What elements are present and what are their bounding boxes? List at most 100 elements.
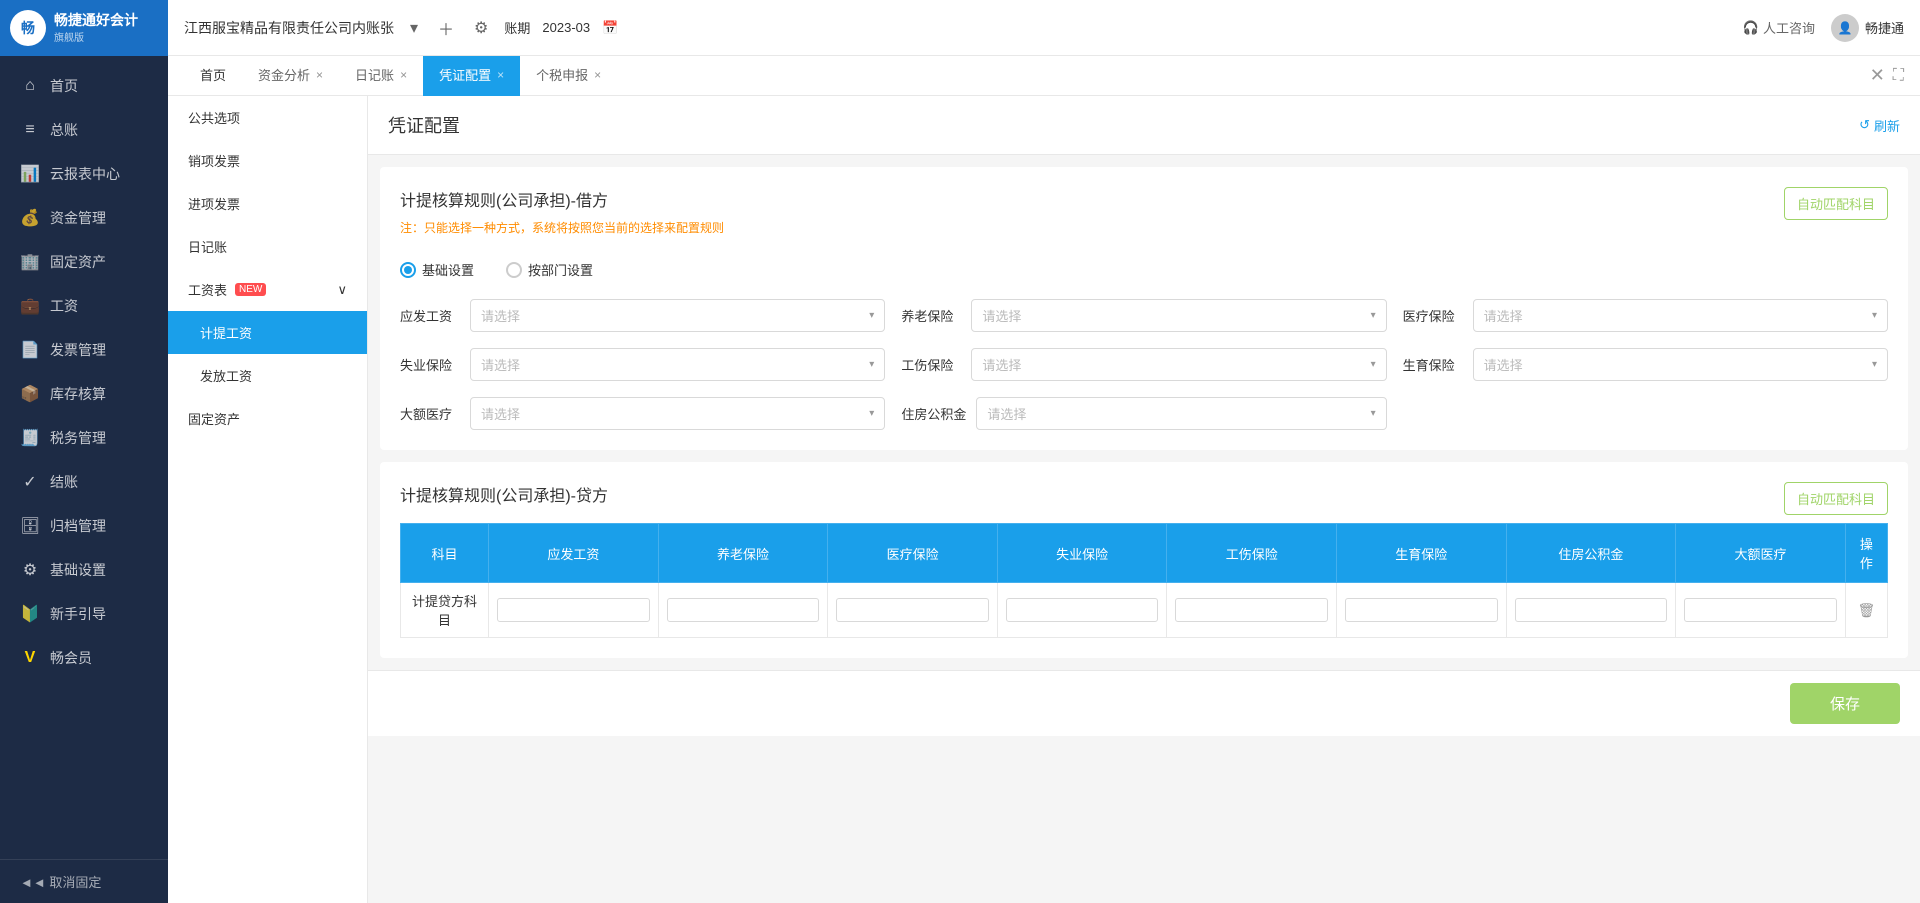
select-yi-liao[interactable]: 请选择 ▾ (1473, 299, 1888, 332)
sidebar-label-member: 畅会员 (50, 648, 92, 668)
cell-yi-liao[interactable] (828, 583, 998, 638)
select-gong-shang[interactable]: 请选择 ▾ (971, 348, 1386, 381)
credit-auto-match-button[interactable]: 自动匹配科目 (1784, 482, 1888, 515)
select-yi-liao-chevron: ▾ (1872, 310, 1877, 321)
select-zhu-fang-chevron: ▾ (1371, 408, 1376, 419)
select-shi-ye[interactable]: 请选择 ▾ (470, 348, 885, 381)
sidebar-item-close[interactable]: ✓ 结账 (0, 460, 168, 504)
sidebar-item-ledger[interactable]: ≡ 总账 (0, 108, 168, 152)
field-yang-lao: 养老保险 请选择 ▾ (901, 299, 1386, 332)
select-ying-fa[interactable]: 请选择 ▾ (470, 299, 885, 332)
input-da-e[interactable] (1684, 598, 1837, 622)
debit-section-title: 计提核算规则(公司承担)-借方 (400, 187, 724, 211)
debit-auto-match-button[interactable]: 自动匹配科目 (1784, 187, 1888, 220)
save-button[interactable]: 保存 (1790, 683, 1900, 724)
tab-tax[interactable]: 个税申报 × (520, 56, 617, 96)
cell-yang-lao[interactable] (658, 583, 828, 638)
menu-fixed-assets[interactable]: 固定资产 (168, 397, 367, 440)
menu-purchase-invoice-label: 进项发票 (188, 194, 240, 213)
add-company-button[interactable]: ＋ (434, 12, 458, 44)
debit-section-note: 注：只能选择一种方式，系统将按照您当前的选择来配置规则 (400, 219, 724, 236)
input-ying-fa[interactable] (497, 598, 650, 622)
assets-icon: 🏢 (20, 252, 40, 272)
tab-capital-close[interactable]: × (316, 68, 323, 82)
menu-sales-invoice[interactable]: 销项发票 (168, 139, 367, 182)
cell-da-e[interactable] (1676, 583, 1846, 638)
sidebar-item-home[interactable]: ⌂ 首页 (0, 64, 168, 108)
cell-sheng-yu[interactable] (1337, 583, 1507, 638)
username: 畅捷通 (1865, 18, 1904, 37)
credit-section-header: 计提核算规则(公司承担)-贷方 自动匹配科目 (400, 482, 1888, 515)
menu-pay-salary[interactable]: 发放工资 (168, 354, 367, 397)
page-header: 凭证配置 ↺ 刷新 (368, 96, 1920, 155)
support-button[interactable]: 🎧 人工咨询 (1743, 18, 1815, 37)
menu-journal[interactable]: 日记账 (168, 225, 367, 268)
input-yang-lao[interactable] (667, 598, 820, 622)
calendar-icon[interactable]: 📅 (602, 20, 618, 36)
sidebar-item-guide[interactable]: 🔰 新手引导 (0, 592, 168, 636)
cell-ying-fa[interactable] (489, 583, 659, 638)
cancel-fixed-label: ◄◄ 取消固定 (20, 872, 101, 891)
menu-public-label: 公共选项 (188, 108, 240, 127)
sidebar-item-archive[interactable]: 🗄 归档管理 (0, 504, 168, 548)
sidebar-item-capital[interactable]: 💰 资金管理 (0, 196, 168, 240)
sidebar-item-inventory[interactable]: 📦 库存核算 (0, 372, 168, 416)
tab-home[interactable]: 首页 (184, 56, 242, 96)
cell-shi-ye[interactable] (997, 583, 1167, 638)
sidebar-item-tax[interactable]: 🧾 税务管理 (0, 416, 168, 460)
input-zhu-fang[interactable] (1515, 598, 1668, 622)
col-yi-liao: 医疗保险 (828, 524, 998, 583)
close-window-button[interactable]: ✕ (1870, 65, 1885, 86)
menu-purchase-invoice[interactable]: 进项发票 (168, 182, 367, 225)
sidebar-item-invoice[interactable]: 📄 发票管理 (0, 328, 168, 372)
company-dropdown-button[interactable]: ▾ (406, 14, 422, 42)
cell-action[interactable]: 🗑 (1845, 583, 1887, 638)
select-da-e[interactable]: 请选择 ▾ (470, 397, 885, 430)
sidebar-item-member[interactable]: V 畅会员 (0, 636, 168, 680)
select-yang-lao-chevron: ▾ (1371, 310, 1376, 321)
sidebar-item-reports[interactable]: 📊 云报表中心 (0, 152, 168, 196)
field-yang-lao-label: 养老保险 (901, 306, 961, 325)
menu-public[interactable]: 公共选项 (168, 96, 367, 139)
field-shi-ye-label: 失业保险 (400, 355, 460, 374)
input-yi-liao[interactable] (836, 598, 989, 622)
input-gong-shang[interactable] (1175, 598, 1328, 622)
menu-salary-sheet[interactable]: 工资表 NEW ∨ (168, 268, 367, 311)
tab-home-label: 首页 (200, 65, 226, 84)
refresh-button[interactable]: ↺ 刷新 (1859, 116, 1900, 135)
tab-voucher-close[interactable]: × (497, 68, 504, 82)
sidebar-item-settings[interactable]: ⚙ 基础设置 (0, 548, 168, 592)
settings-button[interactable]: ⚙ (470, 14, 492, 42)
select-shi-ye-placeholder: 请选择 (481, 355, 520, 374)
tab-journal[interactable]: 日记账 × (339, 56, 423, 96)
tab-capital[interactable]: 资金分析 × (242, 56, 339, 96)
select-da-e-chevron: ▾ (869, 408, 874, 419)
input-sheng-yu[interactable] (1345, 598, 1498, 622)
top-right-actions: 🎧 人工咨询 👤 畅捷通 (1743, 14, 1904, 42)
tabs-right: ✕ ⛶ (1870, 65, 1904, 86)
input-shi-ye[interactable] (1006, 598, 1159, 622)
field-gong-shang-label: 工伤保险 (901, 355, 961, 374)
logo-icon: 畅 (10, 10, 46, 46)
expand-button[interactable]: ⛶ (1893, 67, 1904, 85)
tab-voucher[interactable]: 凭证配置 × (423, 56, 520, 96)
cell-gong-shang[interactable] (1167, 583, 1337, 638)
cell-zhu-fang[interactable] (1506, 583, 1676, 638)
cancel-fixed-button[interactable]: ◄◄ 取消固定 (0, 859, 168, 903)
debit-form-grid: 应发工资 请选择 ▾ 养老保险 请选择 ▾ 医疗 (400, 299, 1888, 430)
sidebar-item-assets[interactable]: 🏢 固定资产 (0, 240, 168, 284)
radio-dept[interactable]: 按部门设置 (506, 260, 593, 279)
select-yang-lao[interactable]: 请选择 ▾ (971, 299, 1386, 332)
user-info[interactable]: 👤 畅捷通 (1831, 14, 1904, 42)
menu-calc-salary[interactable]: 计提工资 (168, 311, 367, 354)
select-zhu-fang[interactable]: 请选择 ▾ (976, 397, 1386, 430)
credit-table: 科目 应发工资 养老保险 医疗保险 失业保险 工伤保险 生育保险 住房公积金 大… (400, 523, 1888, 638)
select-da-e-placeholder: 请选择 (481, 404, 520, 423)
sidebar-item-salary[interactable]: 💼 工资 (0, 284, 168, 328)
radio-basic[interactable]: 基础设置 (400, 260, 474, 279)
select-sheng-yu[interactable]: 请选择 ▾ (1473, 348, 1888, 381)
tab-tax-close[interactable]: × (594, 68, 601, 82)
tab-journal-close[interactable]: × (400, 68, 407, 82)
delete-row-icon[interactable]: 🗑 (1857, 602, 1875, 618)
col-subject: 科目 (401, 524, 489, 583)
